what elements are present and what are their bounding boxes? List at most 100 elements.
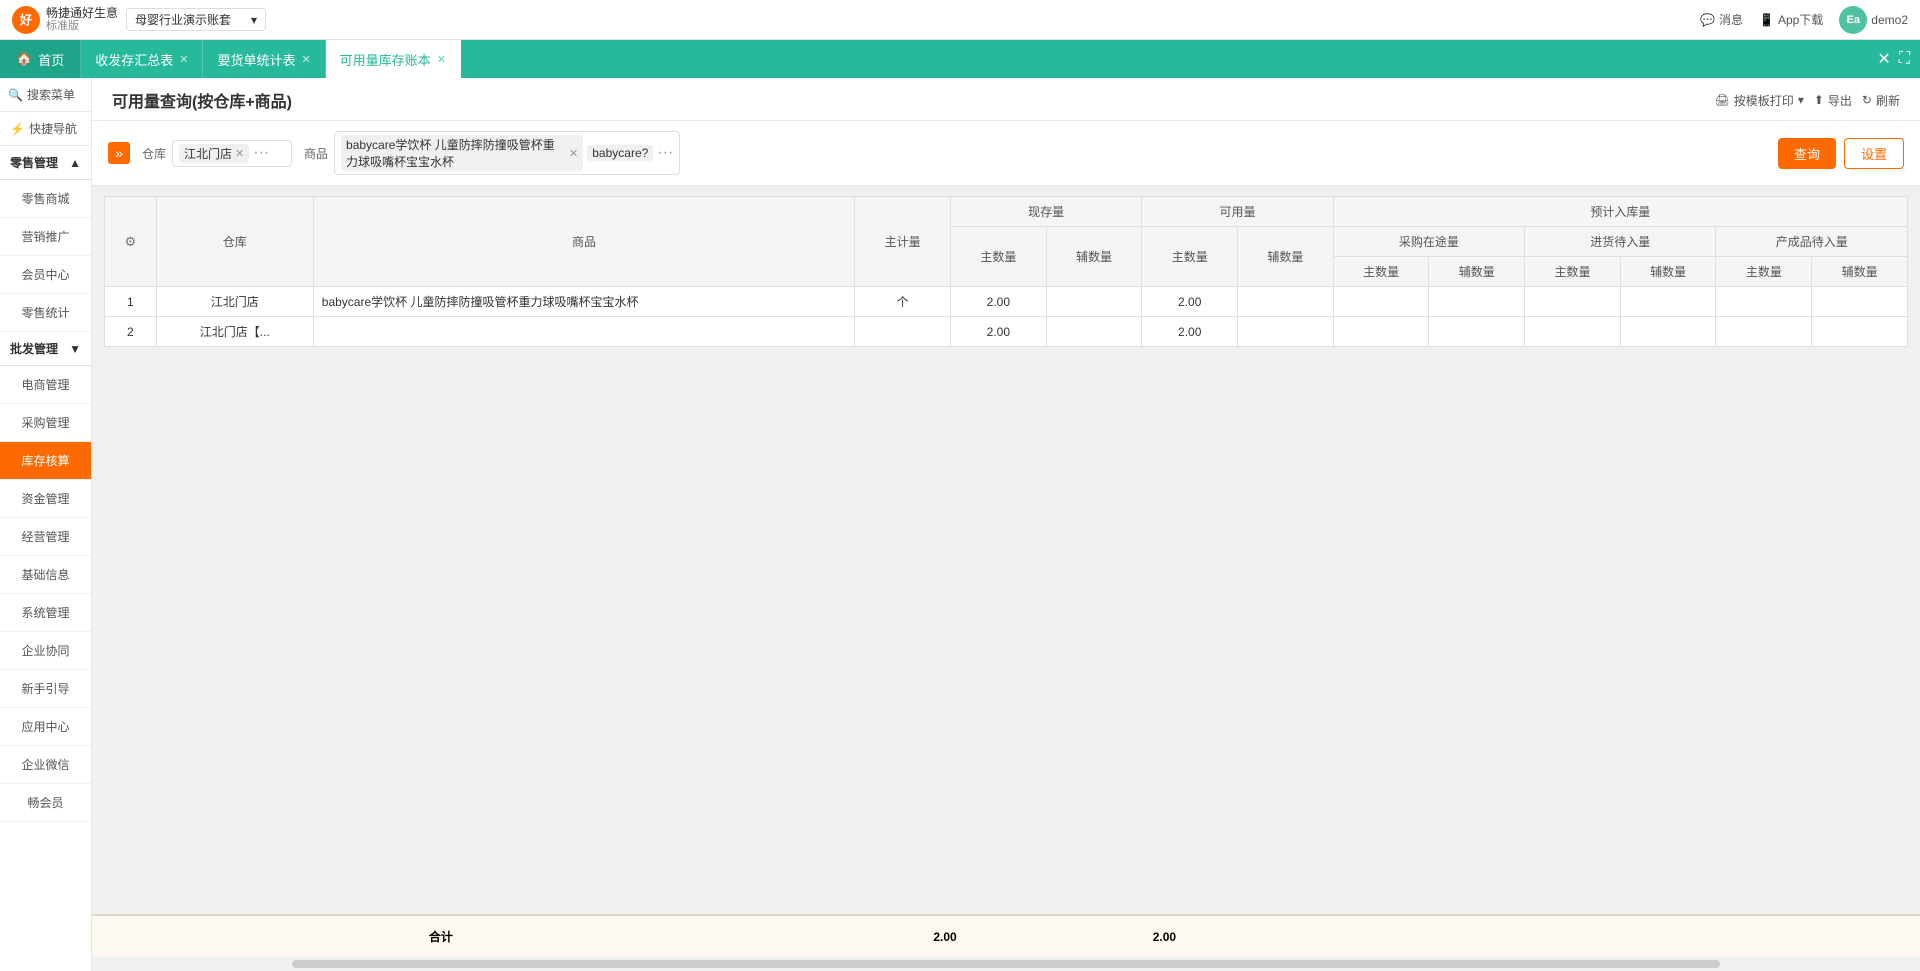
table-cell <box>313 317 855 347</box>
search-icon: 🔍 <box>8 88 23 102</box>
arrow-icon: ▼ <box>69 342 81 356</box>
sidebar-item-vip-member[interactable]: 畅会员 <box>0 784 91 822</box>
content-area: 可用量查询(按仓库+商品) 🖨 按模板打印 ▾ ⬆ 导出 ↻ 刷新 » <box>92 78 1920 971</box>
table-cell <box>1046 317 1142 347</box>
sidebar-item-marketing[interactable]: 营销推广 <box>0 218 91 256</box>
query-btn[interactable]: 查询 <box>1778 138 1836 169</box>
table-cell <box>1716 317 1812 347</box>
tab-close-icon[interactable]: ✕ <box>301 53 310 66</box>
app-download-btn[interactable]: 📱 App下载 <box>1759 11 1823 28</box>
sidebar-item-retail-mgmt[interactable]: 零售管理 ▲ <box>0 146 91 180</box>
export-icon: ⬆ <box>1814 93 1824 107</box>
sidebar-item-new-guide[interactable]: 新手引导 <box>0 670 91 708</box>
main-layout: 🔍 搜索菜单 ⚡ 快捷导航 零售管理 ▲ 零售商城 营销推广 会员中心 零售统计… <box>0 78 1920 971</box>
close-window-icon[interactable]: ✕ <box>1877 49 1890 69</box>
table-cell <box>1333 317 1429 347</box>
sidebar-item-capital-mgmt[interactable]: 资金管理 <box>0 480 91 518</box>
sidebar-item-retail-stats[interactable]: 零售统计 <box>0 294 91 332</box>
col-incoming-main: 主数量 <box>1525 257 1621 287</box>
user-menu[interactable]: Ea demo2 <box>1839 6 1908 34</box>
sidebar: 🔍 搜索菜单 ⚡ 快捷导航 零售管理 ▲ 零售商城 营销推广 会员中心 零售统计… <box>0 78 92 971</box>
product-tag-2: babycare? <box>587 145 653 161</box>
message-btn[interactable]: 💬 消息 <box>1700 11 1743 28</box>
table-cell <box>1812 287 1908 317</box>
product-tags-input[interactable]: babycare学饮杯 儿童防摔防撞吸管杯重力球吸嘴杯宝宝水杯 ✕ babyca… <box>334 131 680 175</box>
footer-table: 合计 2.00 2.00 <box>104 924 1908 949</box>
table-cell <box>1812 317 1908 347</box>
table-cell: 江北门店【... <box>156 317 313 347</box>
footer-current-aux <box>1006 924 1104 949</box>
message-icon: 💬 <box>1700 13 1715 27</box>
table-cell: 个 <box>855 287 951 317</box>
sidebar-item-retail-store[interactable]: 零售商城 <box>0 180 91 218</box>
warehouse-tags-input[interactable]: 江北门店 ✕ ··· <box>172 140 292 167</box>
table-cell: babycare学饮杯 儿童防摔防撞吸管杯重力球吸嘴杯宝宝水杯 <box>313 287 855 317</box>
table-cell <box>1429 317 1525 347</box>
sidebar-item-system-mgmt[interactable]: 系统管理 <box>0 594 91 632</box>
table-container: ⚙ 仓库 商品 主计量 现存量 可用量 预计入库量 主数量 辅数量 主数量 辅数… <box>92 186 1920 914</box>
sidebar-item-inventory-check[interactable]: 库存核算 <box>0 442 91 480</box>
footer-available-aux <box>1225 924 1323 949</box>
footer-current-main: 2.00 <box>884 924 1006 949</box>
sidebar-item-purchase-mgmt[interactable]: 采购管理 <box>0 404 91 442</box>
table-cell <box>1620 317 1716 347</box>
refresh-btn[interactable]: ↻ 刷新 <box>1862 92 1900 109</box>
footer-col1 <box>104 924 262 949</box>
expand-icon[interactable]: ⛶ <box>1899 50 1910 68</box>
sidebar-item-enterprise-wechat[interactable]: 企业微信 <box>0 746 91 784</box>
table-cell: 1 <box>105 287 157 317</box>
table-cell <box>1238 287 1334 317</box>
table-cell <box>1620 287 1716 317</box>
sidebar-item-member-center[interactable]: 会员中心 <box>0 256 91 294</box>
scrollbar-thumb <box>292 960 1720 968</box>
tab-receive-pay[interactable]: 收发存汇总表 ✕ <box>81 40 203 78</box>
horizontal-scrollbar[interactable] <box>92 957 1920 971</box>
tab-available-stock[interactable]: 可用量库存账本 ✕ <box>326 40 461 78</box>
tag-close-icon[interactable]: ✕ <box>235 147 244 160</box>
filter-bar: » 仓库 江北门店 ✕ ··· 商品 babycare学饮杯 儿童防摔防撞吸管杯… <box>92 121 1920 186</box>
sidebar-search[interactable]: 🔍 搜索菜单 <box>0 78 91 112</box>
product-label: 商品 <box>304 145 328 162</box>
table-cell <box>1333 287 1429 317</box>
sidebar-quick-nav[interactable]: ⚡ 快捷导航 <box>0 112 91 146</box>
footer-p3 <box>1518 924 1616 949</box>
footer-col-unit <box>787 924 885 949</box>
sidebar-item-wholesale-mgmt[interactable]: 批发管理 ▼ <box>0 332 91 366</box>
sidebar-item-operations-mgmt[interactable]: 经营管理 <box>0 518 91 556</box>
template-print-btn[interactable]: 🖨 按模板打印 ▾ <box>1715 92 1804 109</box>
sidebar-item-ecommerce-mgmt[interactable]: 电商管理 <box>0 366 91 404</box>
logo-area: 好 畅捷通好生意 标准版 <box>12 6 118 34</box>
sidebar-item-enterprise-collab[interactable]: 企业协同 <box>0 632 91 670</box>
col-available-header: 可用量 <box>1142 197 1333 227</box>
col-current-main: 主数量 <box>950 227 1046 287</box>
logo-text: 畅捷通好生意 标准版 <box>46 6 118 34</box>
tab-close-icon[interactable]: ✕ <box>437 53 446 66</box>
tab-close-icon[interactable]: ✕ <box>179 53 188 66</box>
more-icon[interactable]: ··· <box>657 144 673 162</box>
footer-p4 <box>1615 924 1713 949</box>
gear-icon[interactable]: ⚙ <box>125 234 137 249</box>
logo-icon: 好 <box>12 6 40 34</box>
table-cell: 江北门店 <box>156 287 313 317</box>
settings-btn[interactable]: 设置 <box>1844 138 1904 169</box>
col-production-aux: 辅数量 <box>1812 257 1908 287</box>
table-cell <box>1429 287 1525 317</box>
home-icon: 🏠 <box>16 51 32 67</box>
tab-home[interactable]: 🏠 首页 <box>0 40 81 78</box>
export-btn[interactable]: ⬆ 导出 <box>1814 92 1852 109</box>
tab-requisition[interactable]: 要货单统计表 ✕ <box>203 40 325 78</box>
col-available-aux: 辅数量 <box>1238 227 1334 287</box>
page-header: 可用量查询(按仓库+商品) 🖨 按模板打印 ▾ ⬆ 导出 ↻ 刷新 <box>92 78 1920 121</box>
filter-expand-btn[interactable]: » <box>108 142 130 164</box>
warehouse-filter-group: 仓库 江北门店 ✕ ··· <box>142 140 292 167</box>
sidebar-item-app-center[interactable]: 应用中心 <box>0 708 91 746</box>
table-cell: 2 <box>105 317 157 347</box>
sidebar-item-basic-info[interactable]: 基础信息 <box>0 556 91 594</box>
nav-icon: ⚡ <box>10 122 25 136</box>
industry-selector[interactable]: 母婴行业演示账套 ▾ <box>126 8 266 31</box>
more-icon[interactable]: ··· <box>253 144 269 162</box>
col-incoming-aux: 辅数量 <box>1620 257 1716 287</box>
table-cell <box>1238 317 1334 347</box>
tag-close-icon[interactable]: ✕ <box>569 147 578 160</box>
inventory-table: ⚙ 仓库 商品 主计量 现存量 可用量 预计入库量 主数量 辅数量 主数量 辅数… <box>104 196 1908 347</box>
